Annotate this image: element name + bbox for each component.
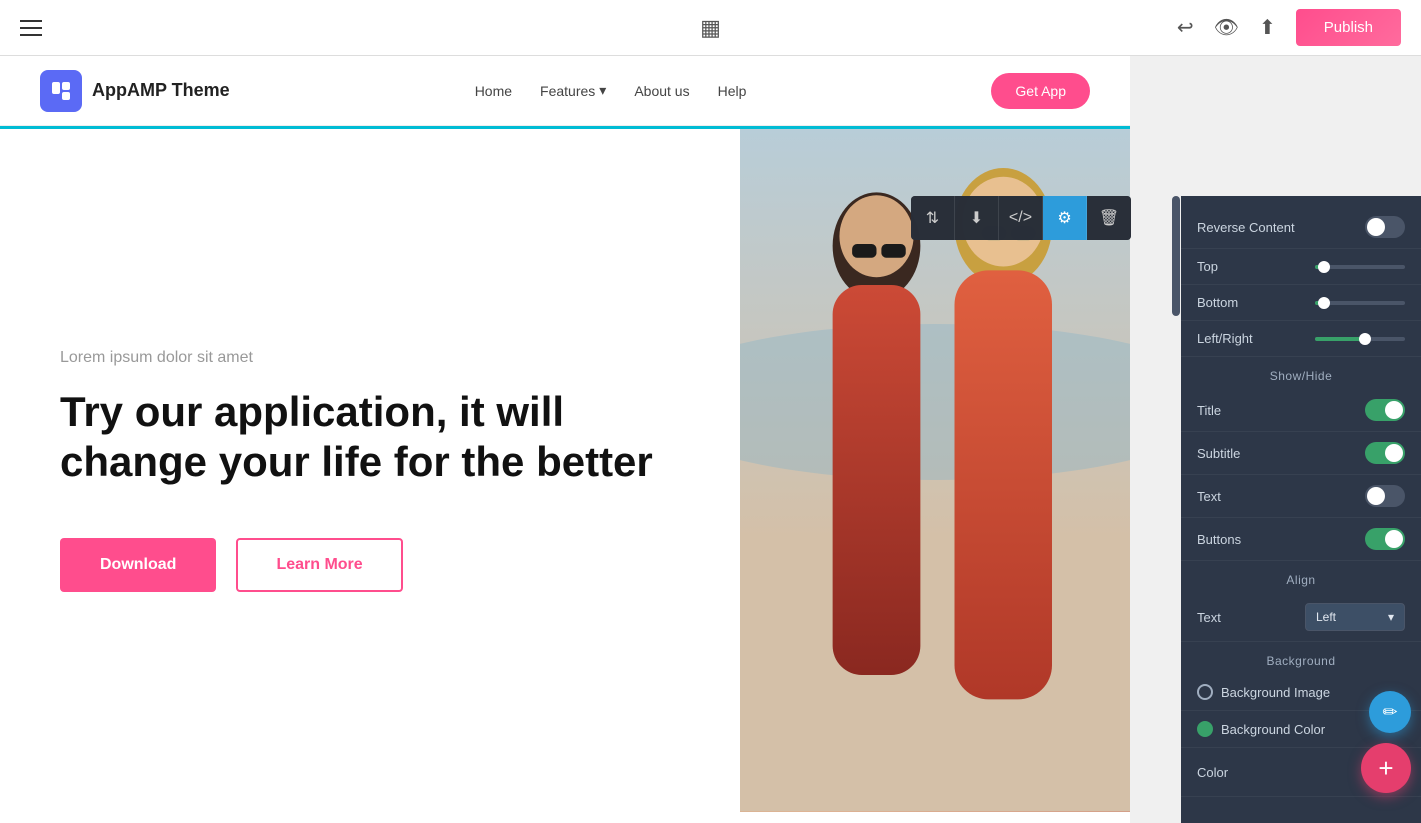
nav-home[interactable]: Home (475, 83, 512, 99)
bottom-label: Bottom (1197, 295, 1238, 310)
hero-title: Try our application, it will change your… (60, 387, 680, 488)
phone-preview-icon[interactable]: ▦ (700, 15, 721, 41)
logo-icon (40, 70, 82, 112)
reverse-content-label: Reverse Content (1197, 220, 1295, 235)
left-right-row: Left/Right (1181, 321, 1421, 357)
top-slider[interactable] (1315, 265, 1405, 269)
buttons-toggle[interactable] (1365, 528, 1405, 550)
background-title: Background (1181, 642, 1421, 674)
title-toggle[interactable] (1365, 399, 1405, 421)
nav-help[interactable]: Help (718, 83, 747, 99)
website-area: AppAMP Theme Home Features ▾ About us He… (0, 56, 1421, 823)
background-image-label: Background Image (1221, 685, 1330, 700)
top-bar-left (20, 20, 42, 36)
sort-toolbar-btn[interactable]: ⇅ (911, 196, 955, 240)
top-row: Top (1181, 249, 1421, 285)
preview-nav: AppAMP Theme Home Features ▾ About us He… (0, 56, 1130, 126)
chevron-down-icon: ▾ (599, 82, 606, 99)
background-image-radio[interactable] (1197, 684, 1213, 700)
reverse-content-row: Reverse Content (1181, 206, 1421, 249)
hamburger-menu[interactable] (20, 20, 42, 36)
align-title: Align (1181, 561, 1421, 593)
text-align-row: Text Left ▾ (1181, 593, 1421, 642)
logo-text: AppAMP Theme (92, 80, 230, 101)
publish-button[interactable]: Publish (1296, 9, 1401, 46)
hero-buttons: Download Learn More (60, 538, 680, 592)
left-right-slider[interactable] (1315, 337, 1405, 341)
add-fab-button[interactable]: + (1361, 743, 1411, 793)
left-right-label: Left/Right (1197, 331, 1253, 346)
download-button[interactable]: Download (60, 538, 216, 592)
top-bar: ▦ ↩ 👁 ⬆ Publish (0, 0, 1421, 56)
buttons-toggle-label: Buttons (1197, 532, 1241, 547)
settings-toolbar-btn[interactable]: ⚙ (1043, 196, 1087, 240)
title-row: Title (1181, 389, 1421, 432)
bottom-row: Bottom (1181, 285, 1421, 321)
preview-container: AppAMP Theme Home Features ▾ About us He… (0, 56, 1130, 823)
title-toggle-label: Title (1197, 403, 1221, 418)
bottom-slider[interactable] (1315, 301, 1405, 305)
show-hide-title: Show/Hide (1181, 357, 1421, 389)
top-label: Top (1197, 259, 1218, 274)
subtitle-toggle[interactable] (1365, 442, 1405, 464)
panel-scrollbar (1172, 196, 1180, 823)
nav-features[interactable]: Features ▾ (540, 82, 606, 99)
buttons-row: Buttons (1181, 518, 1421, 561)
nav-links: Home Features ▾ About us Help (475, 82, 747, 99)
download-toolbar-btn[interactable]: ⬇ (955, 196, 999, 240)
top-bar-center: ▦ (700, 15, 721, 41)
publish-upload-icon[interactable]: ⬆ (1259, 15, 1276, 40)
code-toolbar-btn[interactable]: </> (999, 196, 1043, 240)
text-align-label: Text (1197, 610, 1221, 625)
learn-more-button[interactable]: Learn More (236, 538, 402, 592)
color-label: Color (1197, 765, 1228, 780)
nav-about[interactable]: About us (634, 83, 689, 99)
nav-logo: AppAMP Theme (40, 70, 230, 112)
text-toggle[interactable] (1365, 485, 1405, 507)
panel-toolbar: ⇅ ⬇ </> ⚙ 🗑 (911, 196, 1131, 240)
subtitle-toggle-label: Subtitle (1197, 446, 1240, 461)
background-color-radio[interactable] (1197, 721, 1213, 737)
get-app-button[interactable]: Get App (991, 73, 1090, 109)
chevron-down-icon: ▾ (1388, 610, 1394, 624)
edit-fab-button[interactable]: ✏ (1369, 691, 1411, 733)
hero-subtitle: Lorem ipsum dolor sit amet (60, 349, 680, 367)
reverse-content-toggle[interactable] (1365, 216, 1405, 238)
subtitle-row: Subtitle (1181, 432, 1421, 475)
top-bar-right: ↩ 👁 ⬆ Publish (1177, 9, 1401, 46)
preview-icon[interactable]: 👁 (1214, 15, 1239, 40)
text-align-select[interactable]: Left ▾ (1305, 603, 1405, 631)
text-row: Text (1181, 475, 1421, 518)
text-toggle-label: Text (1197, 489, 1221, 504)
panel-scrollbar-thumb[interactable] (1172, 196, 1180, 316)
undo-icon[interactable]: ↩ (1177, 15, 1194, 40)
trash-toolbar-btn[interactable]: 🗑 (1087, 196, 1131, 240)
hero-left: Lorem ipsum dolor sit amet Try our appli… (0, 129, 740, 812)
background-color-label: Background Color (1221, 722, 1325, 737)
